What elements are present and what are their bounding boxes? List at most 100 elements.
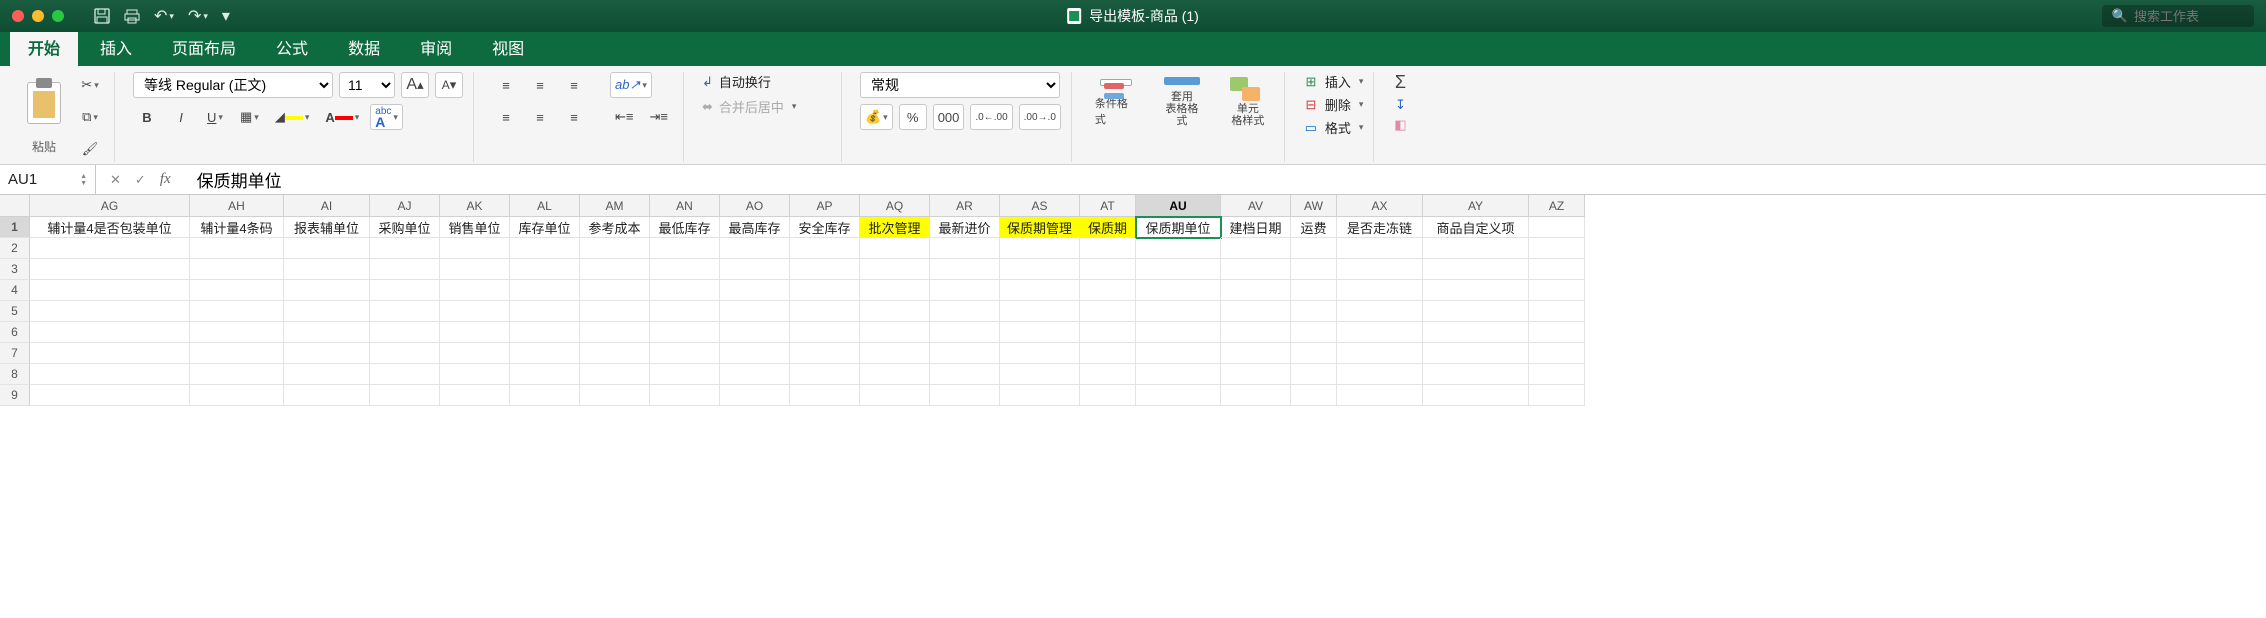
cell-AW4[interactable] <box>1291 280 1337 301</box>
maximize-window-icon[interactable] <box>52 10 64 22</box>
cell-AY5[interactable] <box>1423 301 1529 322</box>
number-format-select[interactable]: 常规 <box>860 72 1060 98</box>
cell-AJ7[interactable] <box>370 343 440 364</box>
accept-formula-button[interactable]: ✓ <box>135 172 146 188</box>
cell-AO5[interactable] <box>720 301 790 322</box>
cell-AW6[interactable] <box>1291 322 1337 343</box>
col-header-AV[interactable]: AV <box>1221 195 1291 217</box>
col-header-AZ[interactable]: AZ <box>1529 195 1585 217</box>
cell-AQ6[interactable] <box>860 322 930 343</box>
cell-AW7[interactable] <box>1291 343 1337 364</box>
cell-AY8[interactable] <box>1423 364 1529 385</box>
cell-AZ4[interactable] <box>1529 280 1585 301</box>
col-header-AX[interactable]: AX <box>1337 195 1423 217</box>
border-button[interactable]: ▦▾ <box>235 104 264 130</box>
cell-AN3[interactable] <box>650 259 720 280</box>
font-name-select[interactable]: 等线 Regular (正文) <box>133 72 333 98</box>
cell-AT4[interactable] <box>1080 280 1136 301</box>
cell-AK3[interactable] <box>440 259 510 280</box>
col-header-AJ[interactable]: AJ <box>370 195 440 217</box>
cell-AS9[interactable] <box>1000 385 1080 406</box>
cell-AP1[interactable]: 安全库存 <box>790 217 860 238</box>
cell-AI4[interactable] <box>284 280 370 301</box>
cell-AI3[interactable] <box>284 259 370 280</box>
cell-AN5[interactable] <box>650 301 720 322</box>
cell-AS1[interactable]: 保质期管理 <box>1000 217 1080 238</box>
italic-button[interactable]: I <box>167 104 195 130</box>
cell-AP9[interactable] <box>790 385 860 406</box>
cell-AX8[interactable] <box>1337 364 1423 385</box>
cell-AN7[interactable] <box>650 343 720 364</box>
paste-button[interactable] <box>18 72 70 134</box>
cell-AO1[interactable]: 最高库存 <box>720 217 790 238</box>
cell-AH9[interactable] <box>190 385 284 406</box>
cell-AK7[interactable] <box>440 343 510 364</box>
font-size-select[interactable]: 11 <box>339 72 395 98</box>
cell-AI1[interactable]: 报表辅单位 <box>284 217 370 238</box>
cell-AM5[interactable] <box>580 301 650 322</box>
cell-AU8[interactable] <box>1136 364 1221 385</box>
cell-AK6[interactable] <box>440 322 510 343</box>
cell-AI7[interactable] <box>284 343 370 364</box>
cell-AH3[interactable] <box>190 259 284 280</box>
align-bottom-button[interactable]: ≡ <box>560 72 588 98</box>
cell-AW3[interactable] <box>1291 259 1337 280</box>
cell-AQ4[interactable] <box>860 280 930 301</box>
undo-icon[interactable]: ↶▾ <box>154 6 174 26</box>
cell-AH5[interactable] <box>190 301 284 322</box>
cell-AJ9[interactable] <box>370 385 440 406</box>
cell-AS6[interactable] <box>1000 322 1080 343</box>
cell-AQ1[interactable]: 批次管理 <box>860 217 930 238</box>
cell-AN6[interactable] <box>650 322 720 343</box>
cell-AZ2[interactable] <box>1529 238 1585 259</box>
cell-AQ2[interactable] <box>860 238 930 259</box>
cell-AK5[interactable] <box>440 301 510 322</box>
decrease-decimal-button[interactable]: .00→.0 <box>1019 104 1061 130</box>
cell-AS7[interactable] <box>1000 343 1080 364</box>
cell-AP2[interactable] <box>790 238 860 259</box>
col-header-AH[interactable]: AH <box>190 195 284 217</box>
align-middle-button[interactable]: ≡ <box>526 72 554 98</box>
cell-AT5[interactable] <box>1080 301 1136 322</box>
cell-AI9[interactable] <box>284 385 370 406</box>
cell-AO7[interactable] <box>720 343 790 364</box>
cell-AY4[interactable] <box>1423 280 1529 301</box>
redo-icon[interactable]: ↷▾ <box>188 6 208 26</box>
cell-AY7[interactable] <box>1423 343 1529 364</box>
cell-AN4[interactable] <box>650 280 720 301</box>
cell-AT3[interactable] <box>1080 259 1136 280</box>
row-header-2[interactable]: 2 <box>0 238 30 259</box>
align-right-button[interactable]: ≡ <box>560 104 588 130</box>
cell-AM3[interactable] <box>580 259 650 280</box>
align-center-button[interactable]: ≡ <box>526 104 554 130</box>
conditional-formatting-button[interactable]: 条件格式 <box>1090 72 1142 128</box>
cell-AW5[interactable] <box>1291 301 1337 322</box>
cell-AY2[interactable] <box>1423 238 1529 259</box>
cell-AR6[interactable] <box>930 322 1000 343</box>
col-header-AI[interactable]: AI <box>284 195 370 217</box>
col-header-AQ[interactable]: AQ <box>860 195 930 217</box>
row-header-6[interactable]: 6 <box>0 322 30 343</box>
cell-AI5[interactable] <box>284 301 370 322</box>
cell-AL6[interactable] <box>510 322 580 343</box>
cell-AZ7[interactable] <box>1529 343 1585 364</box>
cell-AR3[interactable] <box>930 259 1000 280</box>
insert-cells-button[interactable]: ⊞插入▾ <box>1303 72 1364 91</box>
cell-AL9[interactable] <box>510 385 580 406</box>
increase-font-button[interactable]: A▴ <box>401 72 429 98</box>
cut-button[interactable]: ✂▾ <box>76 72 104 98</box>
cell-AG5[interactable] <box>30 301 190 322</box>
cell-AG2[interactable] <box>30 238 190 259</box>
row-header-8[interactable]: 8 <box>0 364 30 385</box>
col-header-AW[interactable]: AW <box>1291 195 1337 217</box>
cell-AX5[interactable] <box>1337 301 1423 322</box>
cell-AJ2[interactable] <box>370 238 440 259</box>
cell-AX1[interactable]: 是否走冻链 <box>1337 217 1423 238</box>
cell-AP6[interactable] <box>790 322 860 343</box>
cell-AO8[interactable] <box>720 364 790 385</box>
cell-AQ9[interactable] <box>860 385 930 406</box>
cell-AW9[interactable] <box>1291 385 1337 406</box>
cell-AS4[interactable] <box>1000 280 1080 301</box>
col-header-AR[interactable]: AR <box>930 195 1000 217</box>
cell-AR7[interactable] <box>930 343 1000 364</box>
